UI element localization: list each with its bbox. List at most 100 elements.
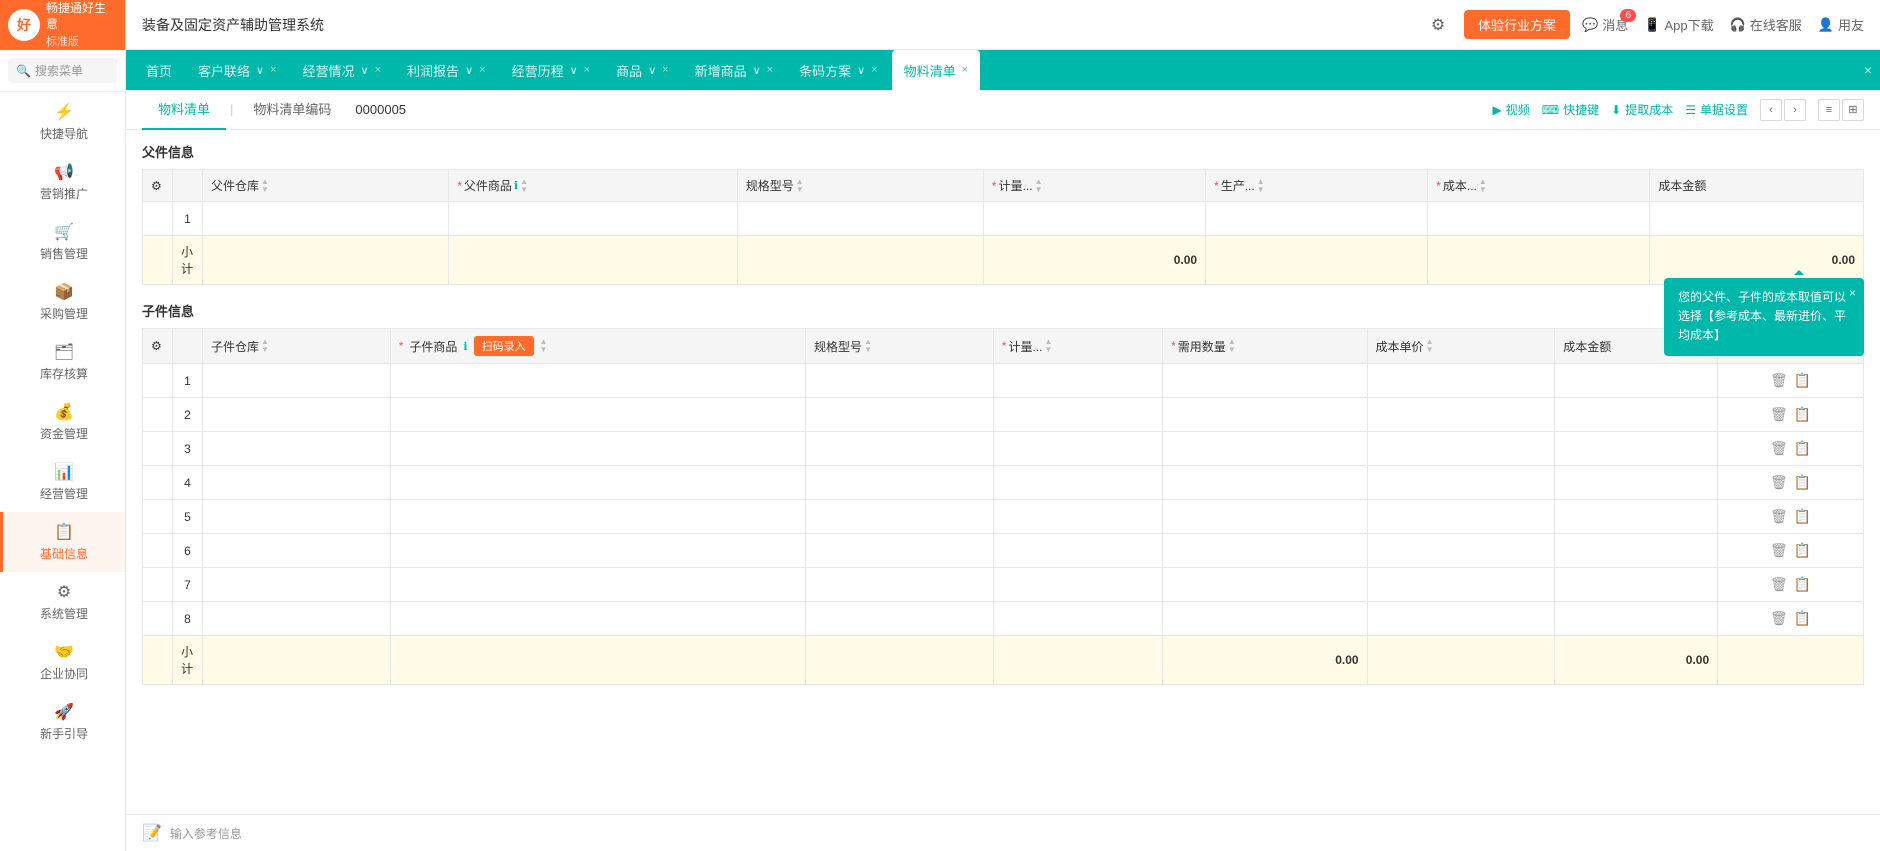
- child-unit-cell-6[interactable]: [993, 534, 1162, 568]
- copy-icon-3[interactable]: 📋: [1794, 440, 1811, 457]
- view-video-btn[interactable]: ▶ 视频: [1493, 101, 1530, 118]
- child-spec-cell-1[interactable]: [806, 364, 994, 398]
- tab-home[interactable]: 首页: [134, 50, 184, 90]
- child-goods-cell-5[interactable]: [390, 500, 805, 534]
- unit-sort[interactable]: ▲▼: [1035, 178, 1043, 194]
- child-goods-cell-7[interactable]: [390, 568, 805, 602]
- child-unit-price-cell-4[interactable]: [1367, 466, 1555, 500]
- sidebar-item-purchase[interactable]: 📦 采购管理: [0, 272, 125, 332]
- cost-sort[interactable]: ▲▼: [1479, 178, 1487, 194]
- spec-sort[interactable]: ▲▼: [796, 178, 804, 194]
- tooltip-close-btn[interactable]: ×: [1849, 284, 1856, 303]
- parent-warehouse-cell[interactable]: [203, 202, 449, 236]
- delete-icon-6[interactable]: 🗑: [1770, 542, 1788, 559]
- copy-icon-5[interactable]: 📋: [1794, 508, 1811, 525]
- child-quantity-cell-1[interactable]: [1163, 364, 1367, 398]
- child-quantity-cell-3[interactable]: [1163, 432, 1367, 466]
- child-goods-cell-4[interactable]: [390, 466, 805, 500]
- delete-icon-7[interactable]: 🗑: [1770, 576, 1788, 593]
- child-quantity-cell-6[interactable]: [1163, 534, 1367, 568]
- sub-tab-code[interactable]: 物料清单编码: [237, 90, 347, 130]
- delete-icon-8[interactable]: 🗑: [1770, 610, 1788, 627]
- goods-sort[interactable]: ▲▼: [520, 178, 528, 194]
- sidebar-item-guide[interactable]: 🚀 新手引导: [0, 692, 125, 752]
- tab-goods[interactable]: 商品 ∨ ×: [604, 50, 681, 90]
- parent-settings-icon[interactable]: ⚙: [151, 179, 162, 193]
- copy-icon-4[interactable]: 📋: [1794, 474, 1811, 491]
- next-arrow[interactable]: ›: [1784, 99, 1806, 121]
- sidebar-item-inventory[interactable]: 🗂 库存核算: [0, 332, 125, 392]
- tab-bom[interactable]: 物料清单 ×: [892, 50, 980, 90]
- profit-tab-close[interactable]: ×: [479, 64, 485, 76]
- child-unit-price-cell-2[interactable]: [1367, 398, 1555, 432]
- tab-profit[interactable]: 利润报告 ∨ ×: [395, 50, 498, 90]
- delete-icon-3[interactable]: 🗑: [1770, 440, 1788, 457]
- child-goods-cell-6[interactable]: [390, 534, 805, 568]
- delete-icon-2[interactable]: 🗑: [1770, 406, 1788, 423]
- child-unit-cell-2[interactable]: [993, 398, 1162, 432]
- trial-button[interactable]: 体验行业方案: [1464, 10, 1570, 39]
- extract-cost-btn[interactable]: ⬇ 提取成本: [1611, 101, 1673, 118]
- sidebar-item-basic[interactable]: 📋 基础信息: [0, 512, 125, 572]
- history-tab-close[interactable]: ×: [584, 64, 590, 76]
- single-settings-btn[interactable]: ☰ 单据设置: [1685, 101, 1748, 118]
- child-quantity-cell-8[interactable]: [1163, 602, 1367, 636]
- child-warehouse-cell-8[interactable]: [203, 602, 391, 636]
- child-unit-price-cell-5[interactable]: [1367, 500, 1555, 534]
- copy-icon-8[interactable]: 📋: [1794, 610, 1811, 627]
- child-spec-cell-7[interactable]: [806, 568, 994, 602]
- child-unit-cell-4[interactable]: [993, 466, 1162, 500]
- tab-new-goods[interactable]: 新增商品 ∨ ×: [683, 50, 786, 90]
- grid-view-btn[interactable]: ⊞: [1842, 99, 1864, 121]
- message-action[interactable]: 💬 消息 6: [1582, 15, 1628, 34]
- parent-unit-cell[interactable]: [983, 202, 1205, 236]
- child-goods-cell-2[interactable]: [390, 398, 805, 432]
- child-quantity-cell-2[interactable]: [1163, 398, 1367, 432]
- copy-icon-6[interactable]: 📋: [1794, 542, 1811, 559]
- sub-tab-list[interactable]: 物料清单: [142, 90, 226, 130]
- child-settings-icon[interactable]: ⚙: [151, 339, 162, 353]
- child-spec-cell-8[interactable]: [806, 602, 994, 636]
- child-warehouse-cell-7[interactable]: [203, 568, 391, 602]
- copy-icon-2[interactable]: 📋: [1794, 406, 1811, 423]
- child-warehouse-cell-1[interactable]: [203, 364, 391, 398]
- child-warehouse-cell-5[interactable]: [203, 500, 391, 534]
- child-spec-cell-3[interactable]: [806, 432, 994, 466]
- operations-tab-close[interactable]: ×: [375, 64, 381, 76]
- sidebar-item-finance[interactable]: 💰 资金管理: [0, 392, 125, 452]
- child-warehouse-cell-6[interactable]: [203, 534, 391, 568]
- tab-close-all[interactable]: ×: [1864, 62, 1872, 78]
- child-goods-cell-8[interactable]: [390, 602, 805, 636]
- search-area[interactable]: 🔍 搜索菜单: [0, 50, 125, 92]
- user-action[interactable]: 👤 用友: [1818, 15, 1864, 34]
- child-warehouse-cell-4[interactable]: [203, 466, 391, 500]
- child-warehouse-cell-2[interactable]: [203, 398, 391, 432]
- child-unit-price-cell-1[interactable]: [1367, 364, 1555, 398]
- child-spec-cell-4[interactable]: [806, 466, 994, 500]
- copy-icon-7[interactable]: 📋: [1794, 576, 1811, 593]
- barcode-tab-close[interactable]: ×: [871, 64, 877, 76]
- new-goods-tab-close[interactable]: ×: [767, 64, 773, 76]
- delete-icon-1[interactable]: 🗑: [1770, 372, 1788, 389]
- tab-customer[interactable]: 客户联络 ∨ ×: [186, 50, 289, 90]
- settings-gear-icon[interactable]: ⚙: [1424, 11, 1452, 39]
- child-unit-cell-5[interactable]: [993, 500, 1162, 534]
- child-unit-cell-3[interactable]: [993, 432, 1162, 466]
- child-warehouse-cell-3[interactable]: [203, 432, 391, 466]
- child-spec-cell-2[interactable]: [806, 398, 994, 432]
- sidebar-item-enterprise[interactable]: 🤝 企业协同: [0, 632, 125, 692]
- child-unit-cell-1[interactable]: [993, 364, 1162, 398]
- parent-cost-cell[interactable]: [1428, 202, 1650, 236]
- warehouse-sort[interactable]: ▲▼: [261, 178, 269, 194]
- copy-icon-1[interactable]: 📋: [1794, 372, 1811, 389]
- child-goods-cell-3[interactable]: [390, 432, 805, 466]
- child-unit-cell-8[interactable]: [993, 602, 1162, 636]
- tab-barcode[interactable]: 条码方案 ∨ ×: [787, 50, 890, 90]
- produce-sort[interactable]: ▲▼: [1257, 178, 1265, 194]
- bom-tab-close[interactable]: ×: [962, 64, 968, 76]
- sidebar-item-marketing[interactable]: 📢 营销推广: [0, 152, 125, 212]
- tab-history[interactable]: 经营历程 ∨ ×: [500, 50, 603, 90]
- customer-tab-close[interactable]: ×: [270, 64, 276, 76]
- sidebar-item-sales[interactable]: 🛒 销售管理: [0, 212, 125, 272]
- child-spec-cell-5[interactable]: [806, 500, 994, 534]
